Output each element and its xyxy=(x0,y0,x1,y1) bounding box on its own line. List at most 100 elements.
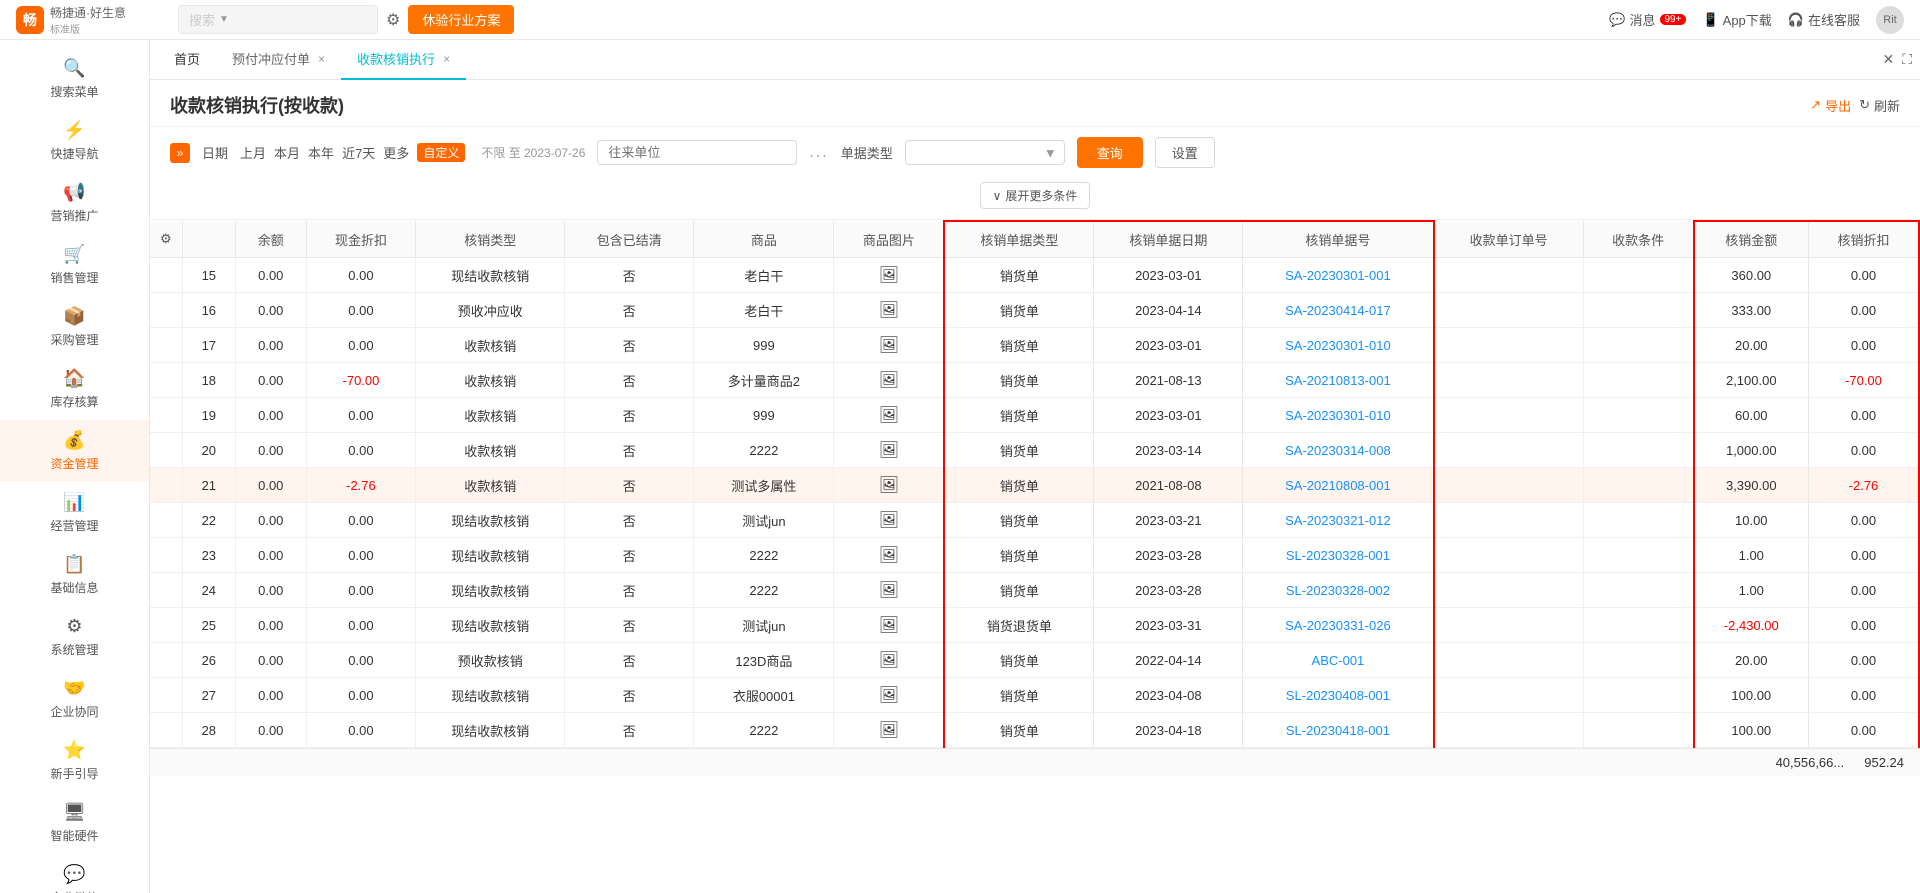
cell-index: 27 xyxy=(182,678,235,713)
date-link-7days[interactable]: 近7天 xyxy=(342,143,375,162)
sidebar-label: 系统管理 xyxy=(50,641,98,658)
date-link-this-year[interactable]: 本年 xyxy=(308,143,334,162)
cell-bill-no[interactable]: SA-20230301-010 xyxy=(1243,398,1434,433)
cell-receipt-order-no xyxy=(1434,258,1584,293)
export-button[interactable]: ↗ 导出 xyxy=(1810,96,1851,115)
cell-cash-discount: 0.00 xyxy=(306,608,416,643)
tab-collection-close[interactable]: × xyxy=(443,52,450,66)
cell-product-image: 🖼 xyxy=(834,293,944,328)
total-amount: 40,556,66... xyxy=(1776,755,1845,770)
tab-collection-label: 收款核销执行 xyxy=(357,49,435,68)
cell-writeoff-discount: 0.00 xyxy=(1808,608,1919,643)
cell-settings xyxy=(150,398,182,433)
cell-writeoff-type: 收款核销 xyxy=(416,363,565,398)
gear-button[interactable]: ⚙ xyxy=(386,10,400,30)
cell-bill-no[interactable]: SA-20230301-001 xyxy=(1243,258,1434,293)
sidebar-label: 智能硬件 xyxy=(50,827,98,844)
cell-writeoff-discount: 0.00 xyxy=(1808,328,1919,363)
cell-bill-no[interactable]: SA-20230301-010 xyxy=(1243,328,1434,363)
date-link-more[interactable]: 更多 xyxy=(383,143,409,162)
cell-cash-discount: 0.00 xyxy=(306,503,416,538)
cell-bill-no[interactable]: SL-20230328-002 xyxy=(1243,573,1434,608)
cell-cash-discount: 0.00 xyxy=(306,643,416,678)
total-discount: 952.24 xyxy=(1864,755,1904,770)
tab-prepay-close[interactable]: × xyxy=(318,52,325,66)
sidebar-item-capital[interactable]: 💰 资金管理 xyxy=(0,420,149,482)
cell-index: 22 xyxy=(182,503,235,538)
cell-writeoff-discount: 0.00 xyxy=(1808,573,1919,608)
cell-cash-discount: -70.00 xyxy=(306,363,416,398)
table-row: 180.00-70.00收款核销否多计量商品2🖼销货单2021-08-13SA-… xyxy=(150,363,1919,398)
receipt-type-select[interactable] xyxy=(905,140,1065,165)
sidebar-item-base-info[interactable]: 📋 基础信息 xyxy=(0,544,149,606)
expand-filter-button[interactable]: » xyxy=(170,143,190,163)
sidebar-item-quick-nav[interactable]: ⚡ 快捷导航 xyxy=(0,110,149,172)
cell-bill-no[interactable]: SA-20210813-001 xyxy=(1243,363,1434,398)
tab-prepay-label: 预付冲应付单 xyxy=(232,49,310,68)
cell-include-settled: 否 xyxy=(565,433,694,468)
cell-cash-discount: 0.00 xyxy=(306,398,416,433)
refresh-button[interactable]: ↻ 刷新 xyxy=(1859,96,1900,115)
cell-product: 老白干 xyxy=(694,293,834,328)
tab-prepay[interactable]: 预付冲应付单 × xyxy=(216,40,341,80)
cell-product: 123D商品 xyxy=(694,643,834,678)
date-links: 上月 本月 本年 近7天 更多 自定义 xyxy=(240,143,465,162)
cell-receipt-order-no xyxy=(1434,538,1584,573)
cell-writeoff-type: 收款核销 xyxy=(416,433,565,468)
sidebar-label: 企业微信 xyxy=(50,889,98,893)
close-tab-button[interactable]: ✕ xyxy=(1882,51,1894,68)
cell-bill-no[interactable]: SA-20210808-001 xyxy=(1243,468,1434,503)
cell-product: 999 xyxy=(694,328,834,363)
cell-bill-no[interactable]: SA-20230321-012 xyxy=(1243,503,1434,538)
search-text: 搜索 xyxy=(189,10,215,29)
sidebar-item-search-menu[interactable]: 🔍 搜索菜单 xyxy=(0,48,149,110)
cell-settings xyxy=(150,678,182,713)
date-link-custom[interactable]: 自定义 xyxy=(417,143,465,162)
expand-more-button[interactable]: ∨ 展开更多条件 xyxy=(980,182,1091,209)
cell-bill-no[interactable]: SL-20230418-001 xyxy=(1243,713,1434,748)
setting-button[interactable]: 设置 xyxy=(1155,137,1215,168)
cell-writeoff-type: 预收款核销 xyxy=(416,643,565,678)
sidebar-item-hardware[interactable]: 🖥 智能硬件 xyxy=(0,792,149,854)
sidebar-item-marketing[interactable]: 📢 营销推广 xyxy=(0,172,149,234)
date-link-last-month[interactable]: 上月 xyxy=(240,143,266,162)
sidebar-item-wechat[interactable]: 💬 企业微信 xyxy=(0,854,149,893)
cell-bill-no[interactable]: SL-20230408-001 xyxy=(1243,678,1434,713)
cell-bill-type: 销货单 xyxy=(944,503,1094,538)
query-button[interactable]: 查询 xyxy=(1077,137,1143,168)
cell-receipt-condition xyxy=(1583,608,1693,643)
top-search-box[interactable]: 搜索 ▼ xyxy=(178,5,378,34)
cell-bill-no[interactable]: SA-20230314-008 xyxy=(1243,433,1434,468)
cell-bill-no[interactable]: ABC-001 xyxy=(1243,643,1434,678)
guide-icon: ⭐ xyxy=(63,740,85,761)
sidebar-item-business[interactable]: 📊 经营管理 xyxy=(0,482,149,544)
sidebar-item-guide[interactable]: ⭐ 新手引导 xyxy=(0,730,149,792)
logo-area: 畅 畅捷通·好生意 标准版 xyxy=(16,4,166,36)
cell-bill-no[interactable]: SA-20230414-017 xyxy=(1243,293,1434,328)
service-button[interactable]: 🎧 在线客服 xyxy=(1788,10,1860,29)
app-download-button[interactable]: 📱 App下载 xyxy=(1702,10,1771,29)
sidebar-item-purchase[interactable]: 📦 采购管理 xyxy=(0,296,149,358)
message-button[interactable]: 💬 消息 99+ xyxy=(1609,10,1686,29)
industry-solution-button[interactable]: 休验行业方案 xyxy=(408,5,514,34)
sidebar-item-sales[interactable]: 🛒 销售管理 xyxy=(0,234,149,296)
sidebar-item-inventory[interactable]: 🏠 库存核算 xyxy=(0,358,149,420)
cell-bill-type: 销货单 xyxy=(944,398,1094,433)
sidebar-item-system[interactable]: ⚙ 系统管理 xyxy=(0,606,149,668)
cell-bill-no[interactable]: SL-20230328-001 xyxy=(1243,538,1434,573)
avatar[interactable]: Rit xyxy=(1876,6,1904,34)
cell-product-image: 🖼 xyxy=(834,573,944,608)
tab-home[interactable]: 首页 xyxy=(158,40,216,80)
maximize-tab-button[interactable]: ⛶ xyxy=(1902,51,1912,68)
tab-collection[interactable]: 收款核销执行 × xyxy=(341,40,466,80)
cell-product: 衣服00001 xyxy=(694,678,834,713)
cell-writeoff-type: 预收冲应收 xyxy=(416,293,565,328)
cell-bill-no[interactable]: SA-20230331-026 xyxy=(1243,608,1434,643)
unit-dots[interactable]: ... xyxy=(809,144,828,162)
sidebar-item-enterprise[interactable]: 🤝 企业协同 xyxy=(0,668,149,730)
cell-index: 20 xyxy=(182,433,235,468)
sidebar: 🔍 搜索菜单 ⚡ 快捷导航 📢 营销推广 🛒 销售管理 📦 采购管理 🏠 库存核… xyxy=(0,40,150,893)
unit-input[interactable] xyxy=(597,140,797,165)
date-link-this-month[interactable]: 本月 xyxy=(274,143,300,162)
cell-writeoff-amount: 3,390.00 xyxy=(1694,468,1809,503)
